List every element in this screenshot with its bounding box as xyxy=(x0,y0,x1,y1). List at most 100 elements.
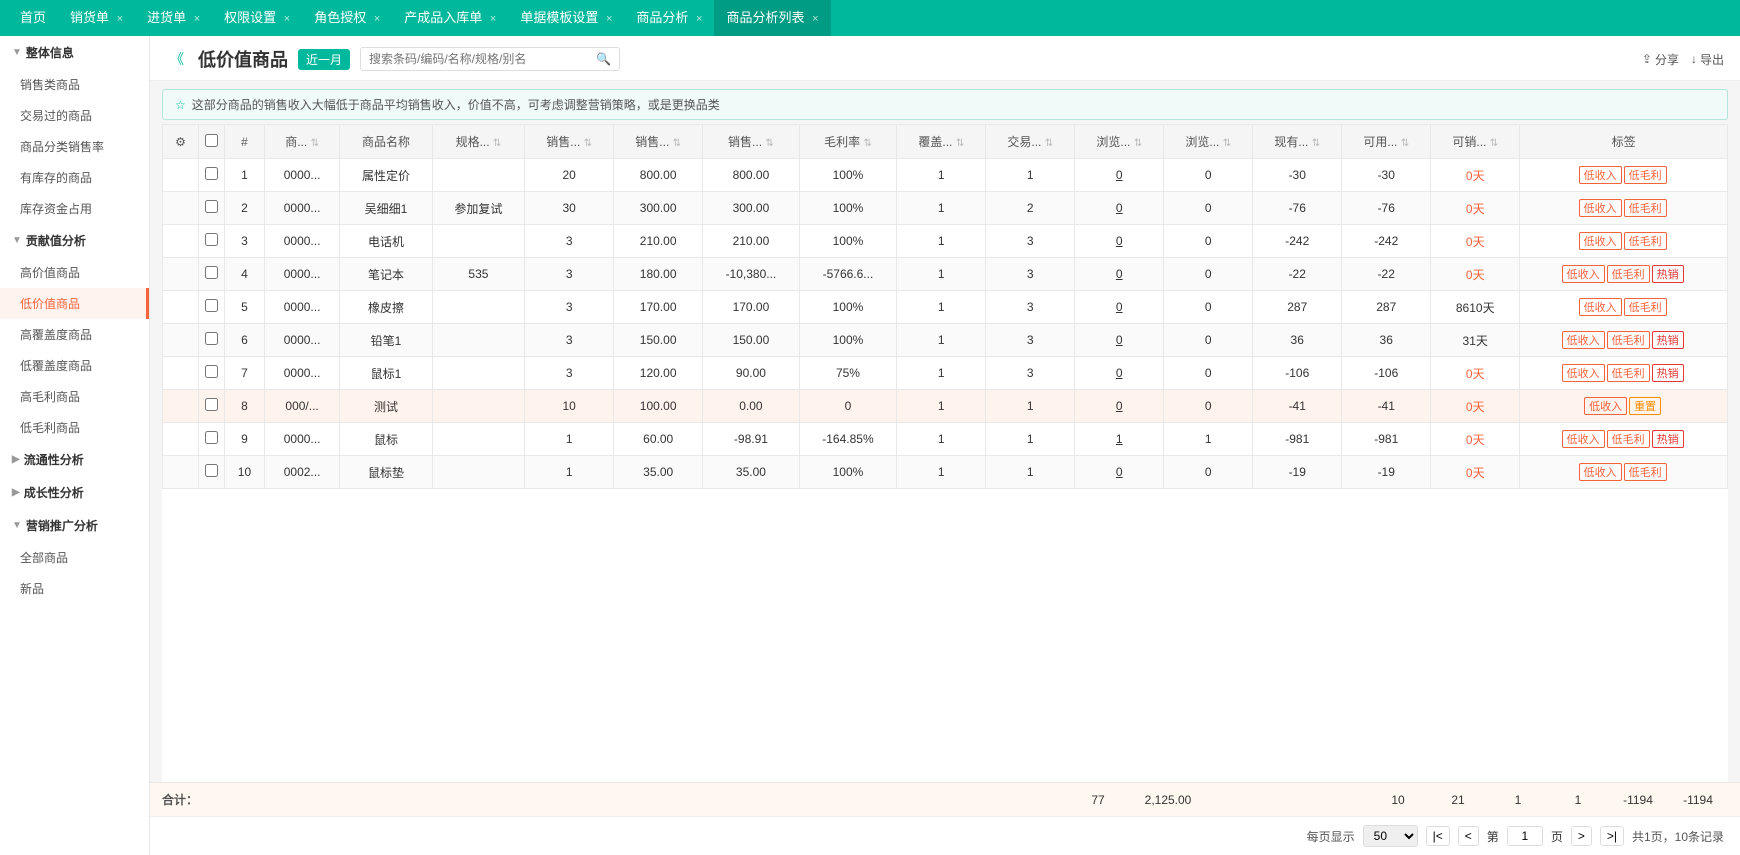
sidebar-item-stocked-products[interactable]: 有库存的商品 xyxy=(0,162,149,193)
collapse-sidebar-button[interactable]: 《 xyxy=(166,49,188,69)
sidebar-item-low-coverage[interactable]: 低覆盖度商品 xyxy=(0,350,149,381)
row-checkbox[interactable] xyxy=(205,233,218,246)
browse-link[interactable]: 0 xyxy=(1116,333,1123,347)
col-checkbox xyxy=(199,125,225,159)
browse-link[interactable]: 1 xyxy=(1116,432,1123,446)
sidebar-item-low-margin[interactable]: 低毛利商品 xyxy=(0,412,149,443)
col-days[interactable]: 可销... ⇅ xyxy=(1431,125,1520,159)
close-icon[interactable]: × xyxy=(812,13,818,25)
close-icon[interactable]: × xyxy=(606,13,612,25)
row-checkbox[interactable] xyxy=(205,398,218,411)
close-icon[interactable]: × xyxy=(194,13,200,25)
nav-product-stock[interactable]: 产成品入库单 × xyxy=(392,0,508,36)
col-browse2[interactable]: 浏览... ⇅ xyxy=(1164,125,1253,159)
row-checkbox[interactable] xyxy=(205,431,218,444)
product-tag: 低收入 xyxy=(1579,463,1622,481)
browse-link[interactable]: 0 xyxy=(1116,267,1123,281)
product-tag: 低收入 xyxy=(1579,199,1622,217)
col-num[interactable]: # xyxy=(225,125,265,159)
nav-purchase[interactable]: 进货单 × xyxy=(135,0,212,36)
cell-checkbox xyxy=(199,456,225,489)
prev-page-button[interactable]: < xyxy=(1458,826,1479,846)
browse-link[interactable]: 0 xyxy=(1116,168,1123,182)
sidebar-item-traded-products[interactable]: 交易过的商品 xyxy=(0,100,149,131)
page-size-select[interactable]: 50 100 200 xyxy=(1363,825,1418,847)
cell-num: 9 xyxy=(225,423,265,456)
settings-icon[interactable]: ⚙ xyxy=(175,135,186,149)
col-name[interactable]: 商品名称 xyxy=(340,125,432,159)
row-checkbox[interactable] xyxy=(205,167,218,180)
sidebar-section-growth[interactable]: ▶ 成长性分析 xyxy=(0,476,149,509)
browse-link[interactable]: 0 xyxy=(1116,399,1123,413)
nav-product-analysis[interactable]: 商品分析 × xyxy=(624,0,714,36)
browse-link[interactable]: 0 xyxy=(1116,366,1123,380)
row-checkbox[interactable] xyxy=(205,464,218,477)
sidebar-item-stock-capital[interactable]: 库存资金占用 xyxy=(0,193,149,224)
cell-checkbox xyxy=(199,225,225,258)
row-checkbox[interactable] xyxy=(205,365,218,378)
col-sale-qty[interactable]: 销售... ⇅ xyxy=(525,125,614,159)
col-sale-amount[interactable]: 销售... ⇅ xyxy=(614,125,703,159)
cell-rate: 100% xyxy=(799,225,897,258)
search-input[interactable] xyxy=(360,47,620,71)
cell-checkbox xyxy=(199,258,225,291)
col-sale-profit[interactable]: 销售... ⇅ xyxy=(703,125,800,159)
col-tags[interactable]: 标签 xyxy=(1520,125,1728,159)
nav-home[interactable]: 首页 xyxy=(8,0,58,36)
col-avail[interactable]: 可用... ⇅ xyxy=(1342,125,1431,159)
sidebar-item-high-coverage[interactable]: 高覆盖度商品 xyxy=(0,319,149,350)
browse-link[interactable]: 0 xyxy=(1116,234,1123,248)
col-margin[interactable]: 毛利率 ⇅ xyxy=(799,125,897,159)
close-icon[interactable]: × xyxy=(696,13,702,25)
share-icon: ⇪ xyxy=(1642,52,1652,66)
sidebar-section-circulation[interactable]: ▶ 流通性分析 xyxy=(0,443,149,476)
next-page-button[interactable]: > xyxy=(1571,826,1592,846)
share-button[interactable]: ⇪ 分享 xyxy=(1642,51,1679,68)
select-all-checkbox[interactable] xyxy=(205,134,218,147)
browse-link[interactable]: 0 xyxy=(1116,300,1123,314)
close-icon[interactable]: × xyxy=(117,13,123,25)
col-stock[interactable]: 现有... ⇅ xyxy=(1253,125,1342,159)
close-icon[interactable]: × xyxy=(374,13,380,25)
sidebar-item-all-products[interactable]: 全部商品 xyxy=(0,542,149,573)
browse-link[interactable]: 0 xyxy=(1116,201,1123,215)
sidebar-section-marketing[interactable]: ▼ 营销推广分析 xyxy=(0,509,149,542)
sidebar-item-high-margin[interactable]: 高毛利商品 xyxy=(0,381,149,412)
col-browse1[interactable]: 浏览... ⇅ xyxy=(1075,125,1164,159)
alert-bar: ☆ 这部分商品的销售收入大幅低于商品平均销售收入，价值不高，可考虑调整营销策略，… xyxy=(162,89,1728,120)
nav-template[interactable]: 单据模板设置 × xyxy=(508,0,624,36)
cell-avail: 287 xyxy=(1342,291,1431,324)
first-page-button[interactable]: |< xyxy=(1426,826,1450,846)
browse-link[interactable]: 0 xyxy=(1116,465,1123,479)
nav-sales[interactable]: 销货单 × xyxy=(58,0,135,36)
page-input[interactable] xyxy=(1507,826,1543,846)
row-checkbox[interactable] xyxy=(205,266,218,279)
sidebar-item-sales-products[interactable]: 销售类商品 xyxy=(0,69,149,100)
sidebar-item-low-value[interactable]: 低价值商品 xyxy=(0,288,149,319)
row-checkbox[interactable] xyxy=(205,332,218,345)
nav-permissions[interactable]: 权限设置 × xyxy=(212,0,302,36)
row-checkbox[interactable] xyxy=(205,200,218,213)
row-checkbox[interactable] xyxy=(205,299,218,312)
nav-role-auth[interactable]: 角色授权 × xyxy=(302,0,392,36)
nav-product-analysis-list[interactable]: 商品分析列表 × xyxy=(714,0,830,36)
col-spec[interactable]: 规格... ⇅ xyxy=(432,125,524,159)
col-coverage[interactable]: 覆盖... ⇅ xyxy=(897,125,986,159)
sidebar-item-new-products[interactable]: 新品 xyxy=(0,573,149,604)
sidebar-section-contribution[interactable]: ▼ 贡献值分析 xyxy=(0,224,149,257)
sidebar-section-overview[interactable]: ▼ 整体信息 xyxy=(0,36,149,69)
cell-name: 笔记本 xyxy=(340,258,432,291)
last-page-button[interactable]: >| xyxy=(1600,826,1624,846)
col-settings[interactable]: ⚙ xyxy=(163,125,199,159)
cell-settings xyxy=(163,357,199,390)
filter-tag-month[interactable]: 近一月 xyxy=(298,49,350,70)
sidebar-item-high-value[interactable]: 高价值商品 xyxy=(0,257,149,288)
close-icon[interactable]: × xyxy=(490,13,496,25)
sidebar-item-category-sales-rate[interactable]: 商品分类销售率 xyxy=(0,131,149,162)
col-trade[interactable]: 交易... ⇅ xyxy=(986,125,1075,159)
search-icon[interactable]: 🔍 xyxy=(596,52,611,66)
export-button[interactable]: ↓ 导出 xyxy=(1691,51,1724,68)
col-code[interactable]: 商... ⇅ xyxy=(264,125,339,159)
close-icon[interactable]: × xyxy=(284,13,290,25)
table-wrapper: ⚙ # 商... ⇅ 商品名称 规格... ⇅ 销售... ⇅ 销售... ⇅ … xyxy=(162,124,1728,782)
